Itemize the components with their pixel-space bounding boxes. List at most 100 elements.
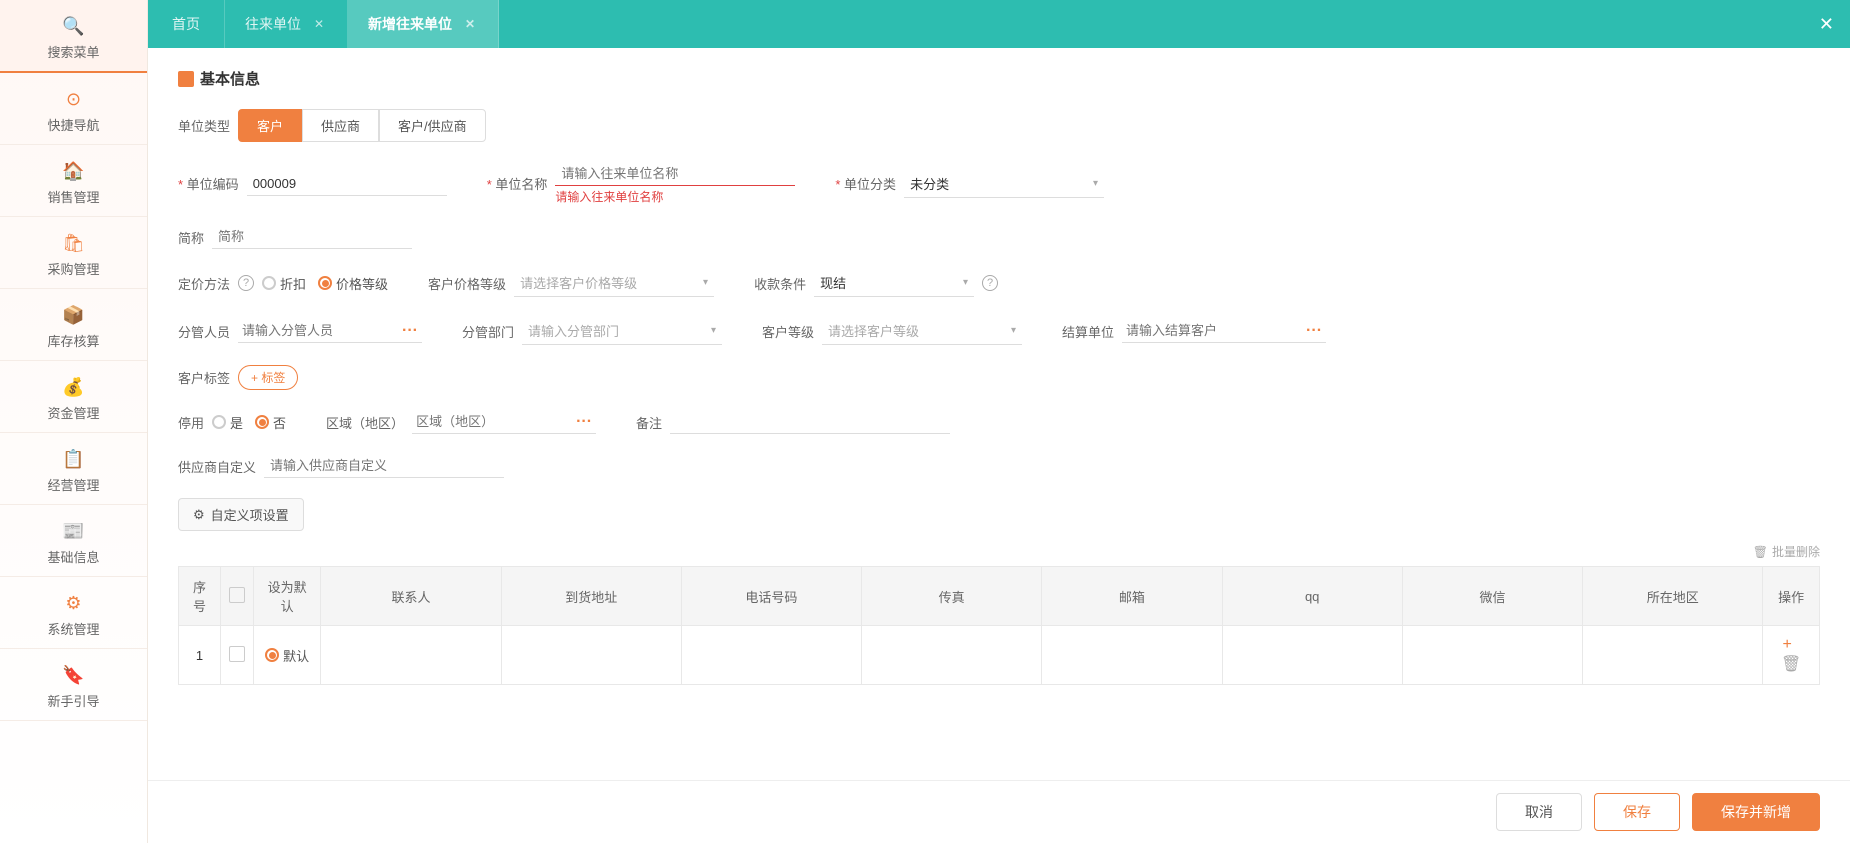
field-region: 区域（地区） ···: [326, 410, 596, 434]
row-qq[interactable]: [1222, 626, 1402, 685]
sidebar-item-quick-nav[interactable]: ⊙ 快捷导航: [0, 73, 147, 145]
unit-category-label: 单位分类: [835, 174, 896, 193]
unit-name-input[interactable]: [555, 162, 795, 186]
region-input[interactable]: [412, 410, 572, 433]
form-row-short-name: 简称: [178, 225, 1820, 249]
region-label: 区域（地区）: [326, 413, 404, 432]
disable-yes-radio[interactable]: 是: [212, 413, 243, 432]
sidebar-item-basic-info[interactable]: 📰 基础信息: [0, 505, 147, 577]
tab-new-partner[interactable]: 新增往来单位 ✕: [348, 0, 499, 48]
pricing-level-label: 价格等级: [336, 274, 388, 293]
contact-input[interactable]: [329, 648, 492, 663]
sidebar-item-search[interactable]: 🔍 搜索菜单: [0, 0, 147, 73]
region-more-btn[interactable]: ···: [572, 413, 596, 431]
phone-input[interactable]: [690, 648, 853, 663]
wechat-input[interactable]: [1411, 648, 1574, 663]
window-close-button[interactable]: ✕: [1803, 14, 1850, 35]
col-qq: qq: [1222, 567, 1402, 626]
batch-delete-button[interactable]: 🗑 批量删除: [1753, 543, 1820, 560]
supervisor-input-group: ···: [238, 319, 422, 343]
purchase-icon: 🛍: [62, 231, 86, 255]
customer-level-select[interactable]: 请选择客户等级 ▾: [822, 317, 1022, 345]
row-default-radio: 默认: [253, 626, 320, 685]
row-default-radio-item[interactable]: 默认: [262, 646, 312, 665]
search-icon: 🔍: [62, 14, 86, 38]
pricing-help-icon[interactable]: ?: [238, 275, 254, 291]
sidebar-item-guide[interactable]: 🔖 新手引导: [0, 649, 147, 721]
batch-delete-label: 批量删除: [1772, 543, 1820, 560]
field-settlement-unit: 结算单位 ···: [1062, 319, 1326, 343]
sidebar-item-finance[interactable]: 💰 资金管理: [0, 361, 147, 433]
sidebar-item-sales[interactable]: 🏠 销售管理: [0, 145, 147, 217]
customer-price-level-select[interactable]: 请选择客户价格等级 ▾: [514, 269, 714, 297]
form-row-unit-type: 单位类型 客户 供应商 客户/供应商: [178, 109, 1820, 142]
custom-settings-button[interactable]: ⚙ 自定义项设置: [178, 498, 304, 531]
save-new-button[interactable]: 保存并新增: [1692, 793, 1820, 831]
gear-icon: ⚙: [193, 507, 205, 523]
note-input[interactable]: [670, 410, 950, 434]
tab-new-partner-close[interactable]: ✕: [462, 16, 478, 32]
quick-nav-icon: ⊙: [62, 87, 86, 111]
pricing-discount-circle: [262, 276, 276, 290]
row-address[interactable]: [501, 626, 681, 685]
unit-type-both-btn[interactable]: 客户/供应商: [379, 109, 486, 142]
short-name-label: 简称: [178, 228, 204, 247]
col-default: 设为默认: [253, 567, 320, 626]
payment-terms-select[interactable]: 现结 ▾: [814, 269, 974, 297]
address-input[interactable]: [510, 648, 673, 663]
unit-type-supplier-btn[interactable]: 供应商: [302, 109, 379, 142]
short-name-input[interactable]: [212, 225, 412, 249]
add-row-btn[interactable]: +: [1782, 636, 1791, 653]
col-seq: 序号: [179, 567, 221, 626]
batch-delete-bar: 🗑 批量删除: [178, 543, 1820, 560]
sidebar-item-operations[interactable]: 📋 经营管理: [0, 433, 147, 505]
unit-type-customer-btn[interactable]: 客户: [238, 109, 302, 142]
select-all-checkbox[interactable]: [229, 587, 245, 603]
fax-input[interactable]: [870, 648, 1033, 663]
save-button[interactable]: 保存: [1594, 793, 1680, 831]
tab-partners-close[interactable]: ✕: [311, 16, 327, 32]
col-checkbox: [220, 567, 253, 626]
delete-row-btn[interactable]: 🗑: [1781, 656, 1801, 673]
supervisor-more-btn[interactable]: ···: [398, 322, 422, 340]
pricing-discount-label: 折扣: [280, 274, 306, 293]
settlement-unit-more-btn[interactable]: ···: [1302, 322, 1326, 340]
sidebar-item-purchase[interactable]: 🛍 采购管理: [0, 217, 147, 289]
system-icon: ⚙: [62, 591, 86, 615]
basic-info-icon: 📰: [62, 519, 86, 543]
unit-code-input[interactable]: [247, 172, 447, 196]
payment-terms-help-icon[interactable]: ?: [982, 275, 998, 291]
tab-partners[interactable]: 往来单位 ✕: [225, 0, 348, 48]
department-select[interactable]: 请输入分管部门 ▾: [522, 317, 722, 345]
row-fax[interactable]: [862, 626, 1042, 685]
row-wechat[interactable]: [1402, 626, 1582, 685]
settlement-unit-input[interactable]: [1122, 319, 1302, 342]
sidebar-item-label: 资金管理: [47, 403, 99, 422]
sidebar-item-system[interactable]: ⚙ 系统管理: [0, 577, 147, 649]
settlement-unit-label: 结算单位: [1062, 322, 1114, 341]
main-area: 首页 往来单位 ✕ 新增往来单位 ✕ ✕ 基本信息 单位类型 客户 供应商 客户…: [148, 0, 1850, 843]
row-area[interactable]: [1583, 626, 1763, 685]
disable-no-radio[interactable]: 否: [255, 413, 286, 432]
sidebar-item-inventory[interactable]: 📦 库存核算: [0, 289, 147, 361]
tab-home[interactable]: 首页: [148, 0, 225, 48]
email-input[interactable]: [1050, 648, 1213, 663]
sidebar-item-label: 系统管理: [47, 619, 99, 638]
row-email[interactable]: [1042, 626, 1222, 685]
row-contact[interactable]: [321, 626, 501, 685]
pricing-discount-radio[interactable]: 折扣: [262, 274, 306, 293]
supervisor-input[interactable]: [238, 319, 398, 342]
unit-type-label: 单位类型: [178, 116, 230, 135]
unit-category-select[interactable]: 未分类 ▾: [904, 170, 1104, 198]
supplier-custom-input[interactable]: [264, 454, 504, 478]
tab-partners-label: 往来单位: [245, 14, 301, 34]
row-phone[interactable]: [681, 626, 861, 685]
settlement-unit-input-group: ···: [1122, 319, 1326, 343]
disable-radio-group: 是 否: [212, 413, 286, 432]
qq-input[interactable]: [1231, 648, 1394, 663]
row-checkbox[interactable]: [229, 646, 245, 662]
pricing-level-radio[interactable]: 价格等级: [318, 274, 388, 293]
cancel-button[interactable]: 取消: [1496, 793, 1582, 831]
add-tag-button[interactable]: + 标签: [238, 365, 298, 390]
area-input[interactable]: [1591, 648, 1754, 663]
